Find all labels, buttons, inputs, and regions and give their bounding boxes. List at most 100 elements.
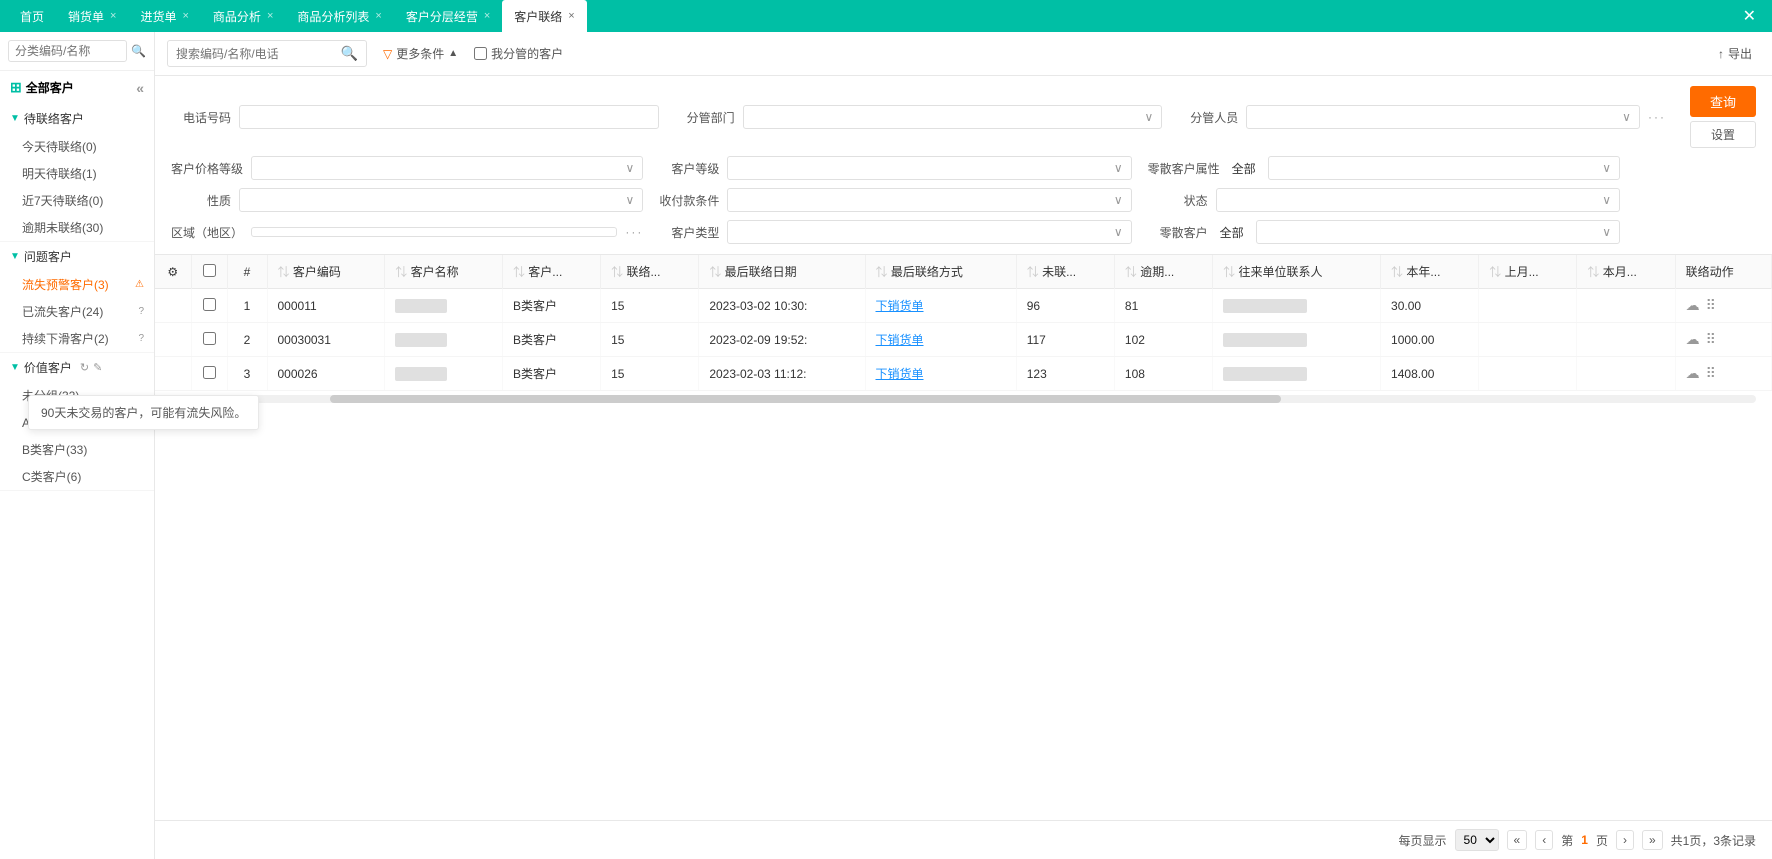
row-last-method-1[interactable]: 下销货单 [865, 323, 1016, 357]
last-method-link-2[interactable]: 下销货单 [876, 367, 924, 381]
select-all-checkbox[interactable] [203, 264, 216, 277]
table-row: 3 000026 名 B类客户 15 2023-02-03 11:12: 下销货… [155, 357, 1772, 391]
close-customer-segment-tab[interactable]: × [484, 10, 490, 22]
action-contact-icon-2[interactable]: ☁ [1686, 365, 1700, 382]
row-last-method-0[interactable]: 下销货单 [865, 289, 1016, 323]
next-page-btn[interactable]: › [1616, 830, 1634, 850]
customer-type-select[interactable]: ∨ [727, 220, 1131, 244]
horizontal-scrollbar[interactable] [171, 395, 1756, 403]
col-unit-contact-header: ⇅ 往来单位联系人 [1213, 255, 1381, 289]
sidebar-item-today-pending[interactable]: 今天待联络(0) [0, 133, 154, 160]
sidebar-item-7days-pending[interactable]: 近7天待联络(0) [0, 187, 154, 214]
last-method-link-1[interactable]: 下销货单 [876, 333, 924, 347]
close-purchase-tab[interactable]: × [182, 10, 188, 22]
row-checkbox-0[interactable] [203, 298, 216, 311]
sidebar-item-churned[interactable]: 已流失客户(24) ? [0, 298, 154, 325]
dept-select[interactable]: ∨ [743, 105, 1163, 129]
row-last-method-2[interactable]: 下销货单 [865, 357, 1016, 391]
close-product-analysis-tab[interactable]: × [267, 10, 273, 22]
tab-customer-contact[interactable]: 客户联络 × [502, 0, 586, 32]
filter-row-3: 性质 ∨ 收付款条件 ∨ 状态 [171, 188, 1756, 212]
row-last-date-1: 2023-02-09 19:52: [699, 323, 865, 357]
sidebar-item-declining[interactable]: 持续下滑客户(2) ? [0, 325, 154, 352]
search-submit-icon[interactable]: 🔍 [341, 45, 358, 62]
tab-product-list[interactable]: 商品分析列表 × [285, 0, 393, 32]
sidebar-item-class-b[interactable]: B类客户(33) [0, 436, 154, 463]
export-btn[interactable]: ↑ 导出 [1710, 41, 1760, 66]
row-num-1: 2 [227, 323, 267, 357]
filter-person: 分管人员 ∨ ··· [1178, 105, 1666, 129]
row-check-0[interactable] [191, 289, 227, 323]
tab-product-analysis[interactable]: 商品分析 × [201, 0, 285, 32]
sidebar-item-tomorrow-pending[interactable]: 明天待联络(1) [0, 160, 154, 187]
close-product-list-tab[interactable]: × [375, 10, 381, 22]
tab-sales[interactable]: 销货单 × [56, 0, 128, 32]
more-filter-btn[interactable]: ▽ 更多条件 ▲ [375, 41, 466, 66]
action-more-icon-0[interactable]: ⠿ [1706, 297, 1716, 314]
first-page-btn[interactable]: « [1507, 830, 1528, 850]
sidebar-item-overdue-pending[interactable]: 逾期未联络(30) [0, 214, 154, 241]
close-sales-tab[interactable]: × [110, 10, 116, 22]
sidebar-item-class-c[interactable]: C类客户(6) [0, 463, 154, 490]
main-search-input[interactable] [176, 47, 337, 61]
arrow-down-icon-3: ▼ [10, 362, 20, 373]
tab-home[interactable]: 首页 [8, 0, 56, 32]
tab-purchase[interactable]: 进货单 × [128, 0, 200, 32]
customer-grade-select[interactable]: ∨ [727, 156, 1131, 180]
sidebar-item-churn-warning[interactable]: 流失预警客户(3) ⚠ [0, 271, 154, 298]
sidebar-group-at-risk: ▼ 问题客户 流失预警客户(3) ⚠ 已流失客户(24) ? 持续下滑客户(2)… [0, 242, 154, 353]
last-method-link-0[interactable]: 下销货单 [876, 299, 924, 313]
status-select[interactable]: ∨ [1216, 188, 1620, 212]
row-checkbox-2[interactable] [203, 366, 216, 379]
setting-button[interactable]: 设置 [1690, 121, 1756, 148]
arrow-down-icon: ▼ [10, 113, 20, 124]
close-customer-contact-tab[interactable]: × [568, 10, 574, 22]
row-check-2[interactable] [191, 357, 227, 391]
last-page-btn[interactable]: » [1642, 830, 1663, 850]
sidebar-group-at-risk-title[interactable]: ▼ 问题客户 [0, 242, 154, 271]
sidebar-group-value-title[interactable]: ▼ 价值客户 ↻ ✎ [0, 353, 154, 382]
tab-customer-segment[interactable]: 客户分层经营 × [394, 0, 502, 32]
collapse-sidebar-btn[interactable]: « [136, 80, 144, 96]
edit-icon[interactable]: ✎ [93, 361, 102, 374]
my-customer-checkbox-wrap[interactable]: 我分管的客户 [474, 45, 563, 62]
row-settings-2 [155, 357, 191, 391]
nature-select[interactable]: ∨ [239, 188, 643, 212]
row-check-1[interactable] [191, 323, 227, 357]
action-contact-icon-1[interactable]: ☁ [1686, 331, 1700, 348]
category-search-input[interactable] [8, 40, 127, 62]
col-settings[interactable]: ⚙ [155, 255, 191, 289]
retail-attr-select[interactable]: ∨ [1268, 156, 1620, 180]
col-check-all[interactable] [191, 255, 227, 289]
phone-input[interactable] [239, 105, 659, 129]
refresh-icon[interactable]: ↻ [80, 361, 89, 374]
filter-nature: 性质 ∨ [171, 188, 643, 212]
close-all-btn[interactable]: ✕ [1735, 6, 1764, 26]
page-size-select[interactable]: 50 [1455, 829, 1499, 851]
query-button[interactable]: 查询 [1690, 86, 1756, 117]
payment-select[interactable]: ∨ [727, 188, 1131, 212]
action-more-icon-2[interactable]: ⠿ [1706, 365, 1716, 382]
prev-page-btn[interactable]: ‹ [1535, 830, 1553, 850]
my-customer-checkbox[interactable] [474, 47, 487, 60]
all-customers-title[interactable]: ⊞ 全部客户 « [0, 71, 154, 104]
price-grade-select[interactable]: ∨ [251, 156, 643, 180]
region-more-btn[interactable]: ··· [625, 225, 643, 239]
retail-customer-select[interactable]: ∨ [1256, 220, 1620, 244]
row-num-0: 1 [227, 289, 267, 323]
col-type-header: ⇅ 客户... [502, 255, 600, 289]
filter-retail-attr: 零散客户属性 全部 ∨ [1148, 156, 1620, 180]
sidebar-group-pending-title[interactable]: ▼ 待联络客户 [0, 104, 154, 133]
person-more-btn[interactable]: ··· [1648, 110, 1666, 124]
action-more-icon-1[interactable]: ⠿ [1706, 331, 1716, 348]
status-label: 状态 [1148, 192, 1208, 209]
filter-icon: ▽ [383, 47, 392, 61]
row-unit-contact-1: 联系 [1213, 323, 1381, 357]
region-input[interactable] [251, 227, 617, 237]
search-icon: 🔍 [131, 44, 146, 58]
row-checkbox-1[interactable] [203, 332, 216, 345]
action-contact-icon-0[interactable]: ☁ [1686, 297, 1700, 314]
person-select[interactable]: ∨ [1246, 105, 1640, 129]
row-no-contact-2: 123 [1016, 357, 1114, 391]
row-code-2: 000026 [267, 357, 385, 391]
